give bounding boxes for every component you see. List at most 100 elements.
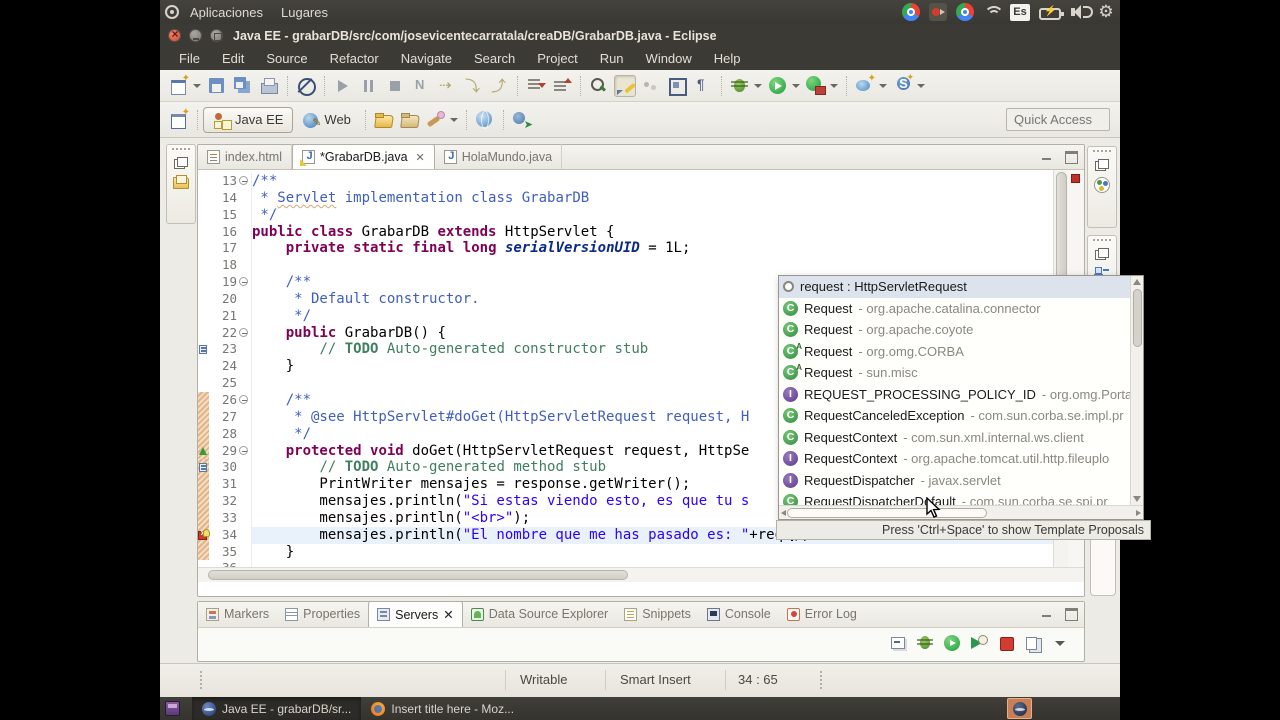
menu-source[interactable]: Source xyxy=(255,49,318,68)
debug-server-button[interactable] xyxy=(916,634,935,653)
editor-tab-holamundo-java[interactable]: HolaMundo.java xyxy=(435,144,563,169)
content-assist-list[interactable]: request : HttpServletRequest C Request - o… xyxy=(779,276,1143,505)
bottom-tab-console[interactable]: Console xyxy=(699,601,779,627)
scroll-right-arrow-icon[interactable] xyxy=(1136,510,1141,516)
next-annotation-button[interactable] xyxy=(525,75,547,97)
wifi-icon[interactable] xyxy=(983,3,1001,21)
last-edit-location-button[interactable] xyxy=(588,75,610,97)
project-explorer-icon[interactable] xyxy=(173,175,189,189)
menu-navigate[interactable]: Navigate xyxy=(390,49,463,68)
bottom-tab-servers[interactable]: Servers ✕ xyxy=(368,601,463,627)
profile-server-button[interactable] xyxy=(970,634,989,653)
completion-item[interactable]: C RequestDispatcherDefault - com.sun.corb… xyxy=(779,491,1130,505)
window-close-button[interactable] xyxy=(168,27,181,42)
mark-occurrences-button[interactable] xyxy=(614,74,636,97)
completion-item[interactable]: CRequest - org.omg.CORBA xyxy=(779,341,1130,363)
maximize-editor-icon[interactable] xyxy=(1064,150,1078,164)
open-perspective-button[interactable] xyxy=(168,107,190,131)
menu-search[interactable]: Search xyxy=(463,49,526,68)
scroll-up-arrow-icon[interactable] xyxy=(1133,279,1141,285)
bottom-tab-snippets[interactable]: Snippets xyxy=(616,601,699,627)
run-button[interactable] xyxy=(767,75,789,97)
new-server-button[interactable] xyxy=(854,73,876,97)
editor-tab-index-html[interactable]: index.html xyxy=(198,144,292,169)
close-tab-icon[interactable]: ✕ xyxy=(443,607,453,622)
web-browser-button[interactable] xyxy=(474,109,496,131)
editor-tab--grabardb-java[interactable]: *GrabarDB.java ✕ xyxy=(291,144,435,169)
completion-item[interactable]: CRequest - sun.misc xyxy=(779,362,1130,384)
launch-client-button[interactable] xyxy=(511,109,533,131)
collapse-all-button[interactable] xyxy=(889,634,908,653)
palette-view-icon[interactable] xyxy=(1094,177,1110,193)
bottom-tab-error-log[interactable]: Error Log xyxy=(779,601,865,627)
maximize-panel-icon[interactable] xyxy=(1064,607,1078,621)
block-selection-button[interactable] xyxy=(666,75,688,97)
completion-item[interactable]: C Request - org.apache.catalina.connector xyxy=(779,298,1130,320)
completion-item[interactable]: I RequestContext - org.apache.tomcat.util… xyxy=(779,448,1130,470)
publish-server-button[interactable] xyxy=(1024,634,1043,653)
completion-item[interactable]: C Request - org.apache.coyote xyxy=(779,319,1130,341)
window-minimize-button[interactable] xyxy=(189,29,202,42)
menu-project[interactable]: Project xyxy=(526,49,588,68)
settings-gear-icon[interactable]: ⚙ xyxy=(1097,3,1115,21)
new-server-dropdown[interactable] xyxy=(878,75,888,97)
code-text[interactable]: */ xyxy=(252,207,1084,224)
fold-collapse-icon[interactable] xyxy=(239,176,248,185)
skip-breakpoints-button[interactable] xyxy=(295,75,317,97)
popup-horizontal-scrollbar[interactable] xyxy=(779,505,1143,519)
error-quickfix-icon[interactable] xyxy=(198,528,210,540)
overview-error-marker[interactable] xyxy=(1071,174,1080,183)
code-line-16[interactable]: 16 public class GrabarDB extends HttpServ… xyxy=(198,223,1084,241)
popup-horizontal-scrollbar-thumb[interactable] xyxy=(787,507,987,518)
scroll-down-arrow-icon[interactable] xyxy=(1133,496,1141,502)
bottom-tab-markers[interactable]: Markers xyxy=(198,601,277,627)
previous-annotation-button[interactable] xyxy=(551,75,573,97)
code-text[interactable]: * Servlet implementation class GrabarDB xyxy=(252,190,1084,207)
perspective-web[interactable]: Web xyxy=(293,107,360,133)
save-all-button[interactable] xyxy=(232,75,254,97)
start-server-button[interactable] xyxy=(943,634,962,653)
menu-run[interactable]: Run xyxy=(589,49,635,68)
editor-horizontal-scrollbar[interactable] xyxy=(198,567,1084,582)
highlight-brush-button[interactable] xyxy=(425,109,447,131)
code-line-18[interactable]: 18 xyxy=(198,257,1084,275)
battery-icon[interactable] xyxy=(1039,6,1064,20)
fold-collapse-icon[interactable] xyxy=(239,277,248,287)
taskbar-tray-app[interactable] xyxy=(1007,698,1032,719)
close-tab-icon[interactable]: ✕ xyxy=(416,151,425,164)
code-line-14[interactable]: 14 * Servlet implementation class Grabar… xyxy=(198,189,1084,207)
completion-item[interactable]: I REQUEST_PROCESSING_POLICY_ID - org.omg.… xyxy=(779,384,1130,406)
chrome-icon[interactable] xyxy=(902,3,920,21)
minimize-editor-icon[interactable] xyxy=(1040,150,1054,162)
completion-item[interactable]: I RequestDispatcher - javax.servlet xyxy=(779,470,1130,492)
save-button[interactable] xyxy=(206,75,228,97)
restore-view-icon[interactable] xyxy=(174,157,188,169)
menu-file[interactable]: File xyxy=(168,49,211,68)
stop-server-button[interactable] xyxy=(997,634,1016,653)
code-text[interactable]: } xyxy=(252,544,1084,561)
volume-icon[interactable] xyxy=(1070,3,1093,21)
quick-access-input[interactable] xyxy=(1006,108,1110,131)
screen-record-icon[interactable] xyxy=(929,3,947,21)
print-button[interactable] xyxy=(258,75,280,97)
view-menu-button[interactable] xyxy=(1051,634,1070,653)
code-text[interactable] xyxy=(252,257,1084,274)
scroll-left-arrow-icon[interactable] xyxy=(781,510,786,516)
restore-view-icon[interactable] xyxy=(1095,159,1109,171)
minimize-panel-icon[interactable] xyxy=(1040,607,1054,619)
menu-edit[interactable]: Edit xyxy=(211,49,255,68)
restore-view-icon[interactable] xyxy=(1095,248,1109,260)
code-line-15[interactable]: 15 */ xyxy=(198,206,1084,224)
file-manager-icon[interactable] xyxy=(165,701,180,716)
ubuntu-menu-aplicaciones[interactable]: Aplicaciones xyxy=(183,3,270,22)
coverage-button[interactable] xyxy=(805,75,827,97)
editor-horizontal-scrollbar-thumb[interactable] xyxy=(208,570,628,580)
fold-collapse-icon[interactable] xyxy=(239,327,248,337)
new-service-button[interactable] xyxy=(892,72,914,97)
code-line-17[interactable]: 17 private static final long serialVersi… xyxy=(198,240,1084,258)
debug-dropdown[interactable] xyxy=(753,75,763,97)
code-text[interactable]: public class GrabarDB extends HttpServle… xyxy=(252,224,1084,241)
code-text[interactable]: private static final long serialVersionU… xyxy=(252,240,1084,257)
code-line-13[interactable]: 13 /** xyxy=(198,173,1084,190)
code-text[interactable]: /** xyxy=(252,173,1084,190)
